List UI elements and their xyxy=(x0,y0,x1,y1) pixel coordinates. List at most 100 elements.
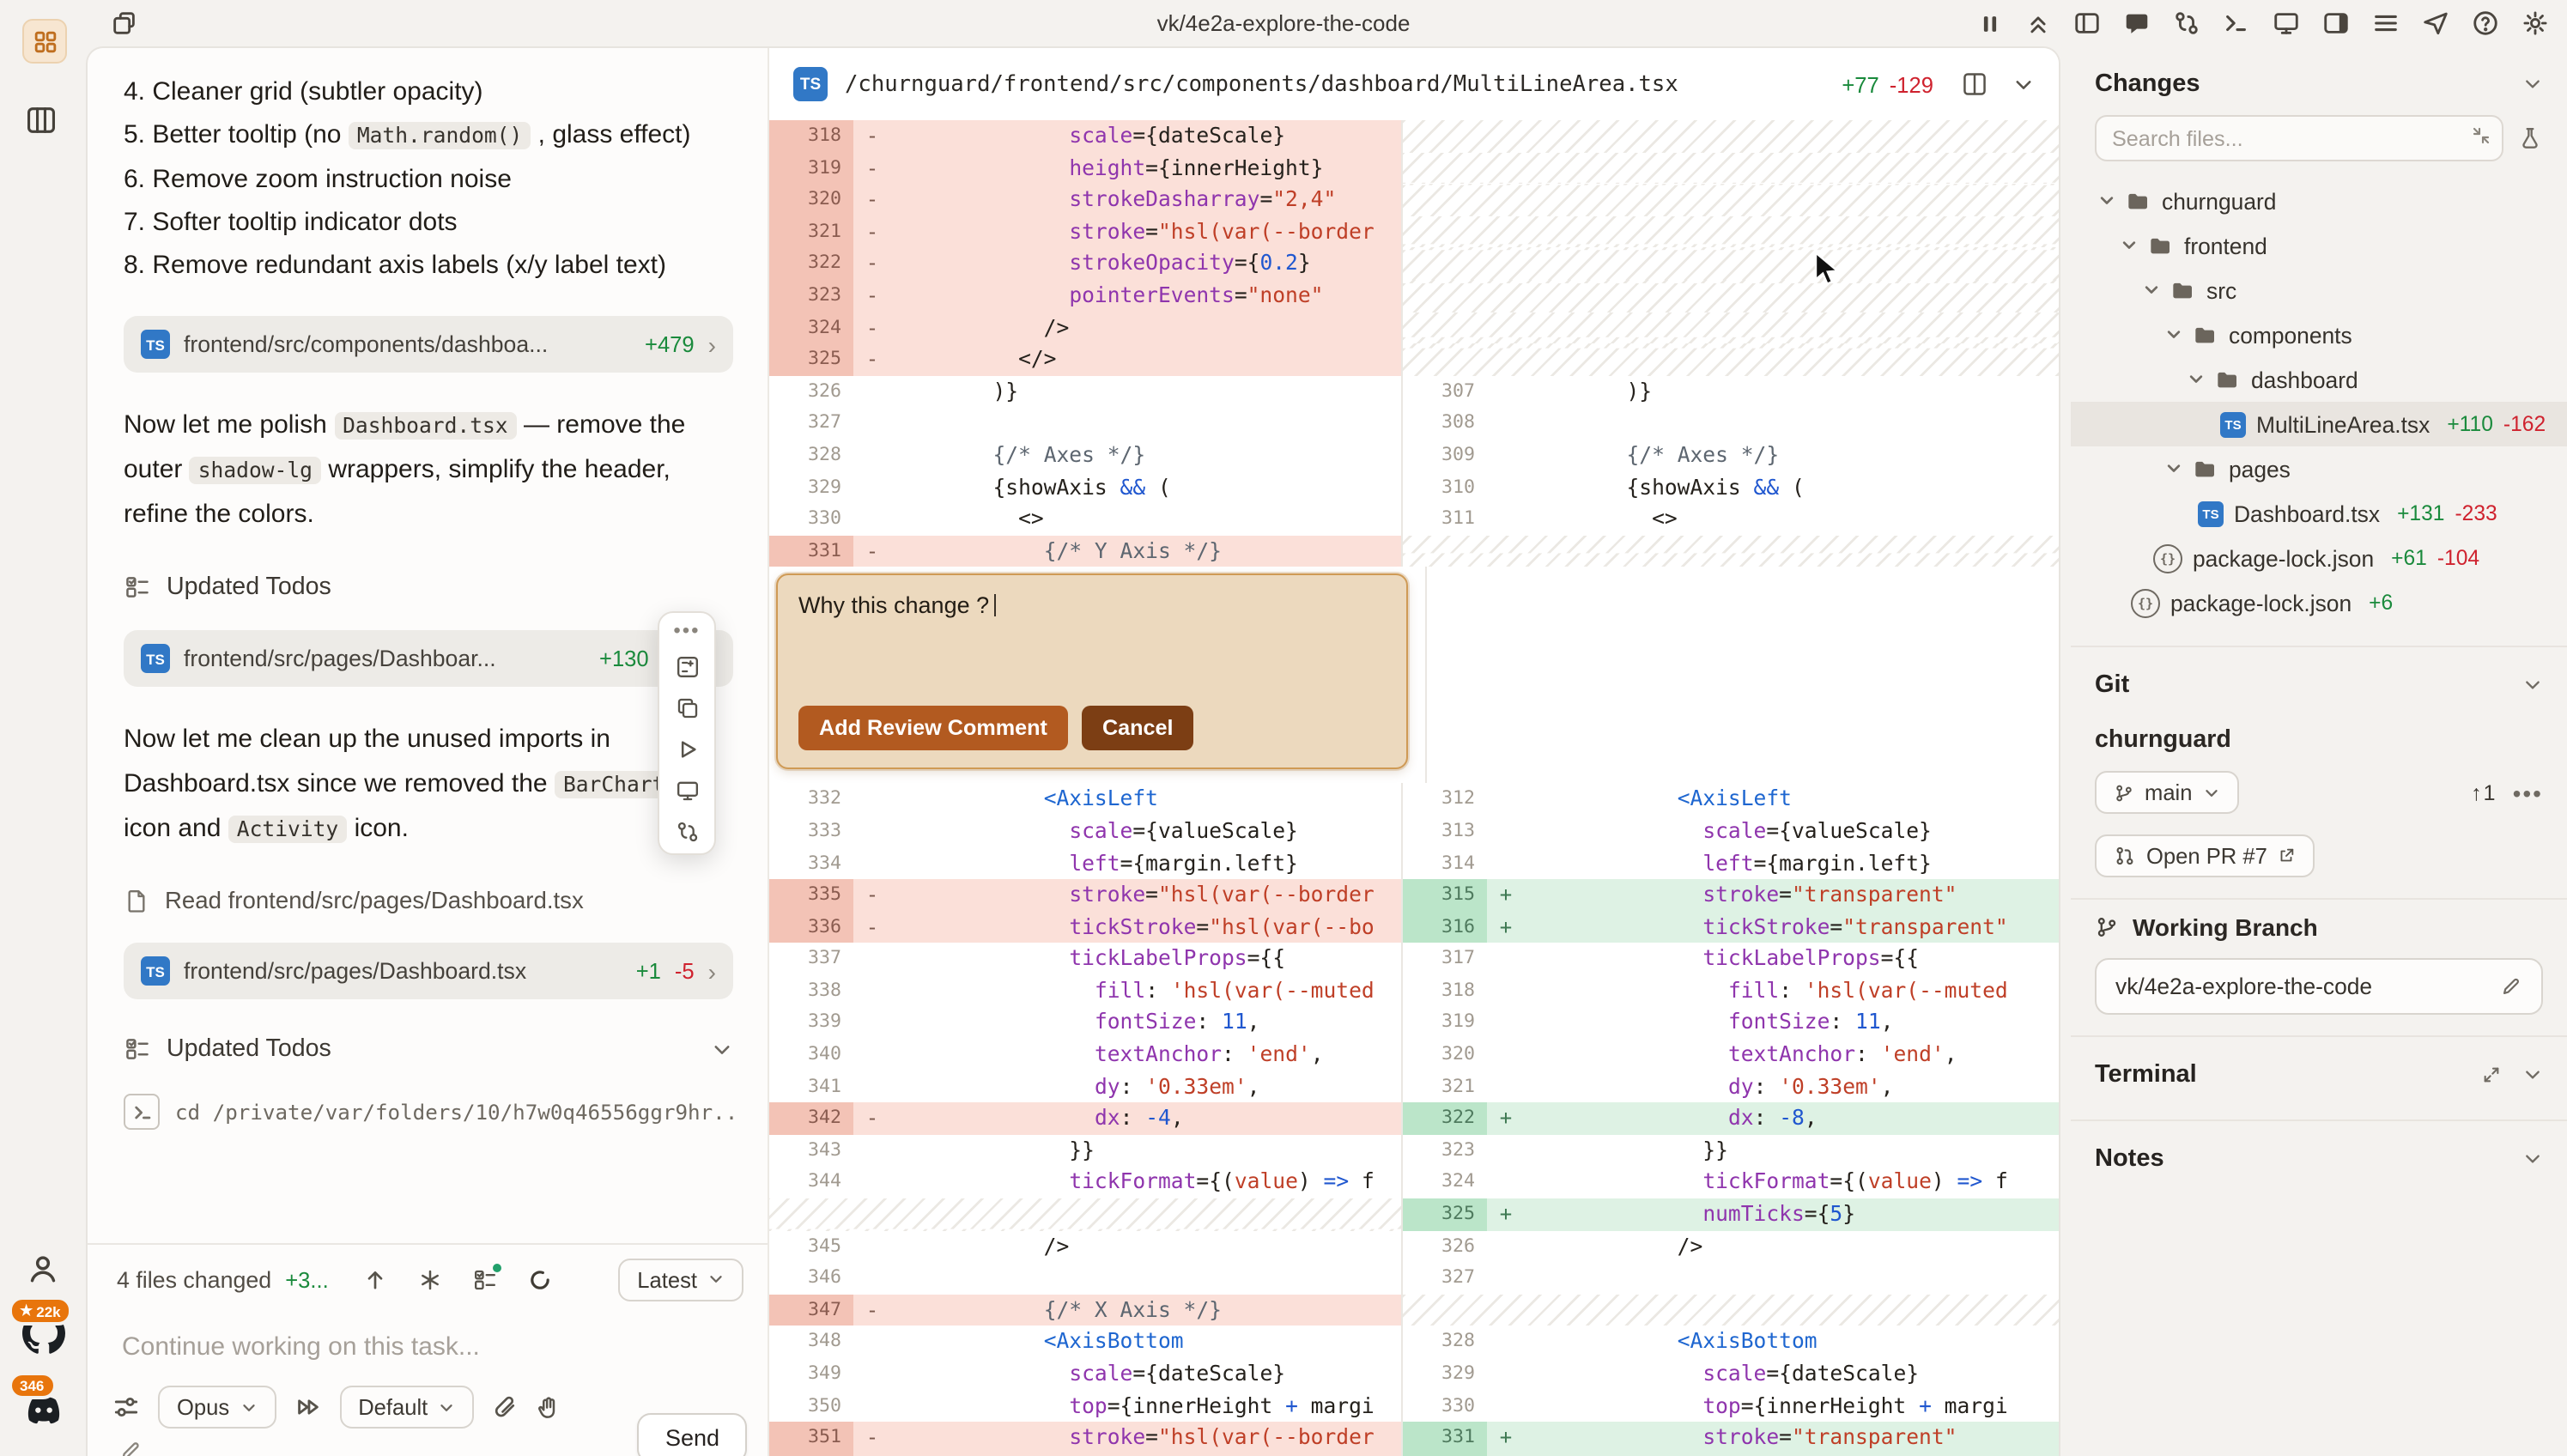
panel-right-icon[interactable] xyxy=(2321,9,2351,38)
fast-forward-icon[interactable] xyxy=(293,1392,322,1422)
notes-section-header[interactable]: Notes xyxy=(2095,1135,2543,1183)
chevron-down-icon[interactable] xyxy=(2165,460,2182,477)
sparkle-icon[interactable] xyxy=(418,1266,444,1292)
line-number[interactable]: 350 xyxy=(769,1390,853,1422)
kanban-board-icon[interactable] xyxy=(24,103,58,137)
active-workspace-button[interactable] xyxy=(22,19,67,64)
files-changed-label[interactable]: 4 files changed xyxy=(117,1266,271,1292)
share-icon[interactable] xyxy=(2421,9,2450,38)
line-number[interactable]: 331 xyxy=(1403,1422,1487,1453)
line-number[interactable]: 313 xyxy=(1403,816,1487,847)
line-number[interactable]: 326 xyxy=(769,376,853,408)
line-number[interactable]: 339 xyxy=(769,1007,853,1039)
line-number[interactable]: 325 xyxy=(1403,1198,1487,1230)
line-number[interactable]: 316 xyxy=(1403,911,1487,943)
git-compare-icon[interactable] xyxy=(2172,9,2201,38)
line-number[interactable]: 338 xyxy=(769,975,853,1007)
tree-item-package-lock-json[interactable]: {}package-lock.json+61-104 xyxy=(2071,536,2567,580)
line-number[interactable]: 328 xyxy=(1403,1326,1487,1358)
line-number[interactable]: 348 xyxy=(769,1326,853,1358)
tree-item-multilinearea-tsx[interactable]: TSMultiLineArea.tsx+110-162 xyxy=(2071,402,2567,446)
line-number[interactable]: 329 xyxy=(769,471,853,503)
search-input[interactable] xyxy=(2095,115,2503,161)
chevron-down-icon[interactable] xyxy=(2188,371,2205,388)
line-number[interactable]: 324 xyxy=(769,312,853,343)
tree-item-dashboard[interactable]: dashboard xyxy=(2071,357,2567,402)
hand-icon[interactable] xyxy=(536,1393,563,1421)
preview-button[interactable] xyxy=(674,778,700,804)
file-change-chip[interactable]: TS frontend/src/pages/Dashboar... +130 -… xyxy=(124,630,733,687)
run-button[interactable] xyxy=(674,737,700,762)
line-number[interactable]: 317 xyxy=(1403,943,1487,975)
arrow-up-icon[interactable] xyxy=(363,1266,389,1292)
tree-item-src[interactable]: src xyxy=(2071,268,2567,312)
chevron-down-icon[interactable] xyxy=(2143,282,2160,299)
line-number[interactable]: 322 xyxy=(1403,1103,1487,1135)
line-number[interactable]: 331 xyxy=(769,535,853,567)
mode-dropdown[interactable]: Default xyxy=(339,1386,474,1429)
line-number[interactable]: 324 xyxy=(1403,1167,1487,1198)
collapse-tree-icon[interactable] xyxy=(2471,125,2491,146)
working-branch-field[interactable]: vk/4e2a-explore-the-code xyxy=(2095,958,2543,1015)
line-number[interactable]: 333 xyxy=(769,816,853,847)
edit-pencil-icon[interactable] xyxy=(2500,975,2522,998)
tree-item-dashboard-tsx[interactable]: TSDashboard.tsx+131-233 xyxy=(2071,491,2567,536)
line-number[interactable]: 322 xyxy=(769,248,853,280)
sliders-icon[interactable] xyxy=(112,1392,141,1422)
line-number[interactable]: 337 xyxy=(769,943,853,975)
display-icon[interactable] xyxy=(2272,9,2301,38)
terminal-command-row[interactable]: cd /private/var/folders/10/h7w0q46556ggr… xyxy=(124,1094,733,1130)
model-dropdown[interactable]: Opus xyxy=(158,1386,276,1429)
file-change-chip[interactable]: TS frontend/src/components/dashboa... +4… xyxy=(124,316,733,373)
git-section-header[interactable]: Git xyxy=(2095,661,2543,709)
line-number[interactable]: 319 xyxy=(769,152,853,184)
line-number[interactable]: 351 xyxy=(769,1422,853,1453)
line-number[interactable]: 321 xyxy=(1403,1071,1487,1102)
read-file-row[interactable]: Read frontend/src/pages/Dashboard.tsx xyxy=(124,888,733,913)
beaker-icon[interactable] xyxy=(2517,125,2543,151)
line-number[interactable]: 321 xyxy=(769,216,853,248)
todo-status-icon[interactable] xyxy=(473,1266,499,1292)
line-number[interactable]: 329 xyxy=(1403,1358,1487,1390)
line-number[interactable]: 320 xyxy=(1403,1039,1487,1071)
settings-gear-icon[interactable] xyxy=(2521,9,2550,38)
line-number[interactable]: 345 xyxy=(769,1230,853,1262)
tree-item-frontend[interactable]: frontend xyxy=(2071,223,2567,268)
diff-button[interactable] xyxy=(674,654,700,680)
line-number[interactable]: 325 xyxy=(769,343,853,375)
github-link[interactable]: ★22k xyxy=(21,1312,64,1363)
expand-icon[interactable] xyxy=(2481,1065,2502,1085)
branch-dropdown[interactable]: main xyxy=(2095,771,2239,814)
line-number[interactable]: 342 xyxy=(769,1103,853,1135)
line-number[interactable]: 328 xyxy=(769,440,853,471)
terminal-section-header[interactable]: Terminal xyxy=(2095,1051,2543,1099)
line-number[interactable]: 347 xyxy=(769,1295,853,1326)
line-number[interactable]: 319 xyxy=(1403,1007,1487,1039)
cancel-comment-button[interactable]: Cancel xyxy=(1082,707,1194,751)
collapse-all-icon[interactable] xyxy=(2024,9,2052,37)
compare-button[interactable] xyxy=(674,819,700,845)
line-number[interactable]: 343 xyxy=(769,1135,853,1167)
line-number[interactable]: 334 xyxy=(769,847,853,879)
pause-icon[interactable] xyxy=(1976,9,2004,37)
line-number[interactable]: 311 xyxy=(1403,503,1487,535)
terminal-icon[interactable] xyxy=(2222,9,2251,38)
chevron-down-icon[interactable] xyxy=(2165,326,2182,343)
menu-icon[interactable] xyxy=(2371,9,2400,38)
chat-input[interactable]: Continue working on this task... xyxy=(88,1313,768,1365)
line-number[interactable]: 327 xyxy=(1403,1262,1487,1294)
line-number[interactable]: 330 xyxy=(1403,1390,1487,1422)
file-change-chip[interactable]: TS frontend/src/pages/Dashboard.tsx +1 -… xyxy=(124,943,733,999)
chevron-down-icon[interactable] xyxy=(2121,237,2138,254)
chevron-down-icon[interactable] xyxy=(2522,1065,2543,1085)
line-number[interactable]: 340 xyxy=(769,1039,853,1071)
line-number[interactable]: 327 xyxy=(769,408,853,440)
copy-button[interactable] xyxy=(674,695,700,721)
split-view-icon[interactable] xyxy=(1961,70,1988,98)
line-number[interactable]: 320 xyxy=(769,184,853,215)
chevron-down-icon[interactable] xyxy=(2098,192,2115,209)
tree-item-package-lock-json[interactable]: {}package-lock.json+6 xyxy=(2071,580,2567,625)
line-number[interactable]: 332 xyxy=(769,784,853,816)
more-options-button[interactable]: ••• xyxy=(2513,779,2543,806)
send-button[interactable]: Send xyxy=(638,1413,747,1456)
